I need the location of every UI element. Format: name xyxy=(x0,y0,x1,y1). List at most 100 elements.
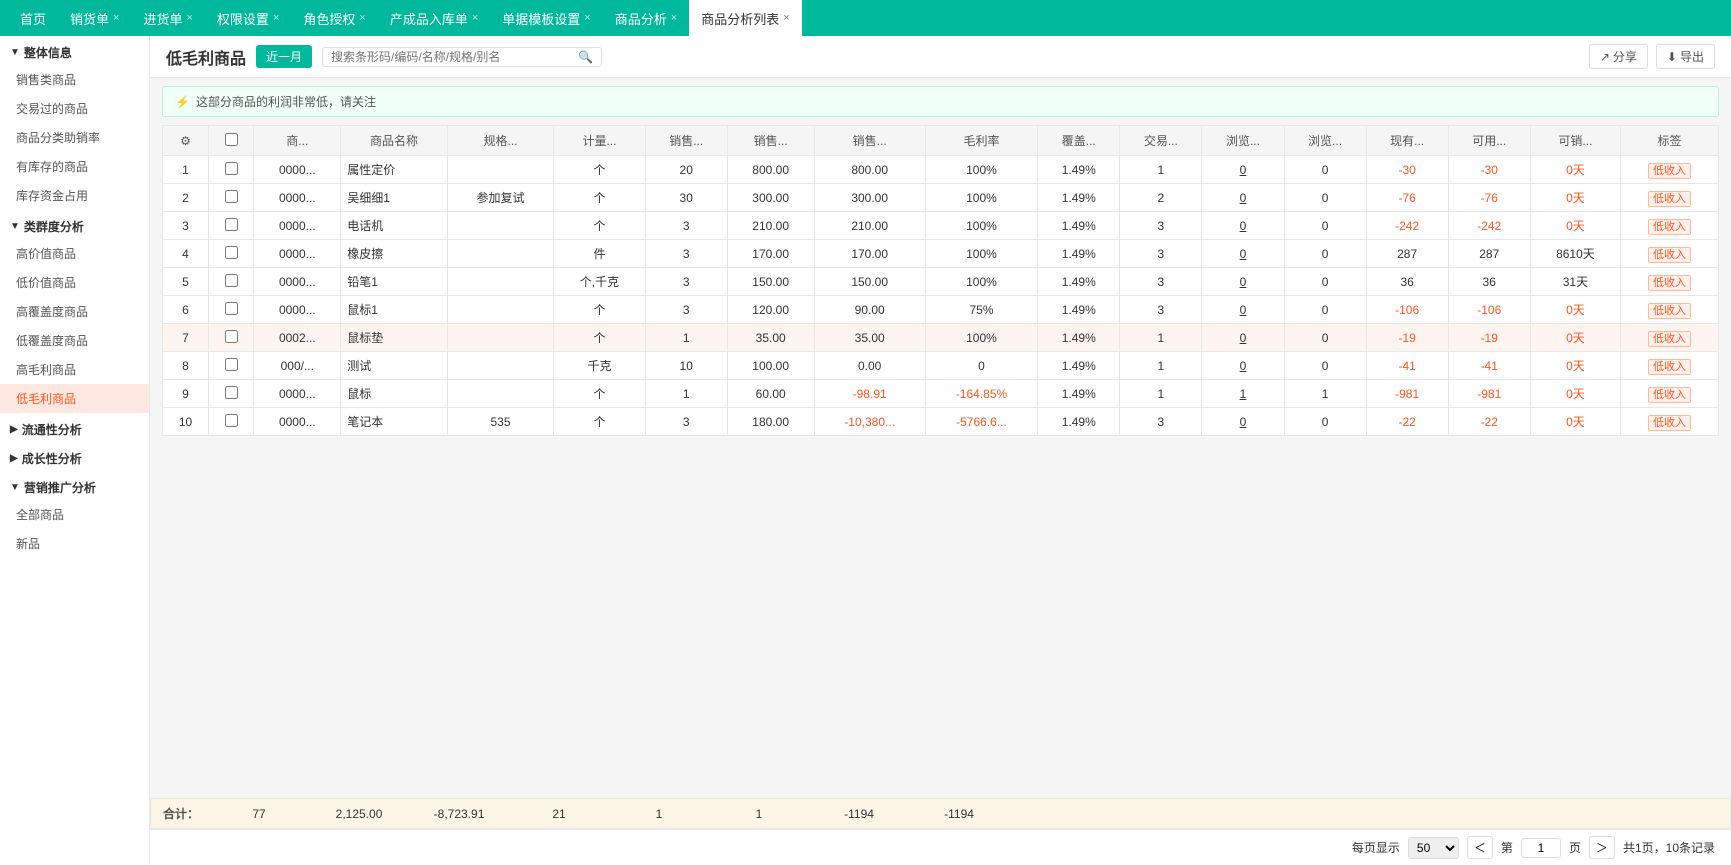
row-unit: 个 xyxy=(554,156,645,184)
row-col6: 3 xyxy=(1120,212,1202,240)
row-col11: 0天 xyxy=(1530,324,1620,352)
row-col6: 3 xyxy=(1120,296,1202,324)
sidebar-item-low-value[interactable]: 低价值商品 xyxy=(0,268,149,297)
row-col1: 3 xyxy=(645,268,727,296)
row-checkbox[interactable] xyxy=(209,380,254,408)
col-checkbox[interactable] xyxy=(209,126,254,156)
row-tag: 低收入 xyxy=(1621,240,1719,268)
next-page-button[interactable]: ＞ xyxy=(1589,836,1615,859)
search-input[interactable] xyxy=(331,50,578,64)
row-col1: 3 xyxy=(645,212,727,240)
sidebar-item-inventory-capital[interactable]: 库存资金占用 xyxy=(0,181,149,210)
sidebar-group-overview[interactable]: ▼ 整体信息 xyxy=(0,36,149,65)
nav-permission[interactable]: 权限设置 × xyxy=(205,0,291,36)
row-col7[interactable]: 0 xyxy=(1202,156,1284,184)
row-col7[interactable]: 0 xyxy=(1202,296,1284,324)
nav-template[interactable]: 单据模板设置 × xyxy=(490,0,602,36)
period-button[interactable]: 近一月 xyxy=(256,45,312,68)
export-button[interactable]: ⬇ 导出 xyxy=(1656,44,1715,69)
row-col7[interactable]: 0 xyxy=(1202,184,1284,212)
row-checkbox[interactable] xyxy=(209,212,254,240)
col-name-header: 商品名称 xyxy=(341,126,448,156)
table-row: 3 0000... 电话机 个 3 210.00 210.00 100% 1.4… xyxy=(163,212,1719,240)
nav-permission-close[interactable]: × xyxy=(273,12,279,24)
col-settings[interactable]: ⚙ xyxy=(163,126,209,156)
search-icon[interactable]: 🔍 xyxy=(578,50,593,64)
row-col8: 0 xyxy=(1284,296,1366,324)
row-col7[interactable]: 0 xyxy=(1202,212,1284,240)
row-col11: 0天 xyxy=(1530,408,1620,436)
nav-sales-close[interactable]: × xyxy=(113,12,119,24)
row-checkbox[interactable] xyxy=(209,268,254,296)
sidebar-item-new-goods[interactable]: 新品 xyxy=(0,529,149,558)
nav-home[interactable]: 首页 xyxy=(8,0,58,36)
sidebar-group-cluster[interactable]: ▼ 类群度分析 xyxy=(0,210,149,239)
sidebar-item-high-value[interactable]: 高价值商品 xyxy=(0,239,149,268)
sidebar-item-sales-goods[interactable]: 销售类商品 xyxy=(0,65,149,94)
sidebar-item-all-goods[interactable]: 全部商品 xyxy=(0,500,149,529)
row-col7[interactable]: 0 xyxy=(1202,324,1284,352)
row-name: 笔记本 xyxy=(341,408,448,436)
sidebar-group-marketing[interactable]: ▼ 营销推广分析 xyxy=(0,471,149,500)
row-checkbox[interactable] xyxy=(209,184,254,212)
sidebar-item-high-margin[interactable]: 高毛利商品 xyxy=(0,355,149,384)
row-spec xyxy=(447,324,554,352)
sidebar-item-category-rate[interactable]: 商品分类助销率 xyxy=(0,123,149,152)
row-col7[interactable]: 1 xyxy=(1202,380,1284,408)
row-name: 属性定价 xyxy=(341,156,448,184)
nav-product-analysis[interactable]: 商品分析 × xyxy=(603,0,689,36)
row-col7[interactable]: 0 xyxy=(1202,408,1284,436)
sidebar-item-traded-goods[interactable]: 交易过的商品 xyxy=(0,94,149,123)
nav-purchase[interactable]: 进货单 × xyxy=(131,0,204,36)
row-spec: 535 xyxy=(447,408,554,436)
nav-pa-close[interactable]: × xyxy=(671,12,677,24)
row-col7[interactable]: 0 xyxy=(1202,352,1284,380)
row-col10: -242 xyxy=(1448,212,1530,240)
row-checkbox[interactable] xyxy=(209,324,254,352)
prev-page-button[interactable]: ＜ xyxy=(1467,836,1493,859)
row-no: 4 xyxy=(163,240,209,268)
sidebar-item-inventory-goods[interactable]: 有库存的商品 xyxy=(0,152,149,181)
row-col10: -22 xyxy=(1448,408,1530,436)
row-col11: 31天 xyxy=(1530,268,1620,296)
row-checkbox[interactable] xyxy=(209,352,254,380)
sidebar-item-low-coverage[interactable]: 低覆盖度商品 xyxy=(0,326,149,355)
page-input[interactable] xyxy=(1521,838,1561,858)
nav-role[interactable]: 角色授权 × xyxy=(291,0,377,36)
nav-sales[interactable]: 销货单 × xyxy=(58,0,131,36)
page-size-select[interactable]: 50 100 200 xyxy=(1408,837,1459,859)
table-row: 5 0000... 铅笔1 个,千克 3 150.00 150.00 100% … xyxy=(163,268,1719,296)
row-unit: 个 xyxy=(554,184,645,212)
sidebar-group-circulation[interactable]: ▶ 流通性分析 xyxy=(0,413,149,442)
row-unit: 千克 xyxy=(554,352,645,380)
select-all-checkbox[interactable] xyxy=(225,133,238,146)
sidebar-item-high-coverage[interactable]: 高覆盖度商品 xyxy=(0,297,149,326)
row-col7[interactable]: 0 xyxy=(1202,240,1284,268)
nav-template-close[interactable]: × xyxy=(584,12,590,24)
sidebar-item-low-margin[interactable]: 低毛利商品 xyxy=(0,384,149,413)
row-tag: 低收入 xyxy=(1621,268,1719,296)
page-title: 低毛利商品 xyxy=(166,45,246,69)
nav-purchase-close[interactable]: × xyxy=(186,12,192,24)
share-button[interactable]: ↗ 分享 xyxy=(1589,44,1648,69)
sidebar-group-growth[interactable]: ▶ 成长性分析 xyxy=(0,442,149,471)
nav-pal-close[interactable]: × xyxy=(783,12,789,24)
nav-role-close[interactable]: × xyxy=(359,12,365,24)
nav-finished-goods[interactable]: 产成品入库单 × xyxy=(378,0,490,36)
table-container[interactable]: ⚙ 商... 商品名称 规格... 计量... 销售... 销售... 销售..… xyxy=(150,125,1731,798)
row-checkbox[interactable] xyxy=(209,156,254,184)
row-checkbox[interactable] xyxy=(209,296,254,324)
nav-fg-close[interactable]: × xyxy=(472,12,478,24)
main-content: 低毛利商品 近一月 🔍 ↗ 分享 ⬇ 导出 ⚡ 这部分商品的利润非常低，请关注 xyxy=(150,36,1731,865)
row-checkbox[interactable] xyxy=(209,408,254,436)
row-checkbox[interactable] xyxy=(209,240,254,268)
row-col2: 300.00 xyxy=(727,184,814,212)
row-col10: -30 xyxy=(1448,156,1530,184)
row-unit: 件 xyxy=(554,240,645,268)
row-name: 测试 xyxy=(341,352,448,380)
row-col3: 210.00 xyxy=(814,212,925,240)
row-code: 0000... xyxy=(254,212,341,240)
nav-product-analysis-list[interactable]: 商品分析列表 × xyxy=(689,0,801,36)
row-col7[interactable]: 0 xyxy=(1202,268,1284,296)
arrow-right-icon: ▶ xyxy=(10,424,18,435)
